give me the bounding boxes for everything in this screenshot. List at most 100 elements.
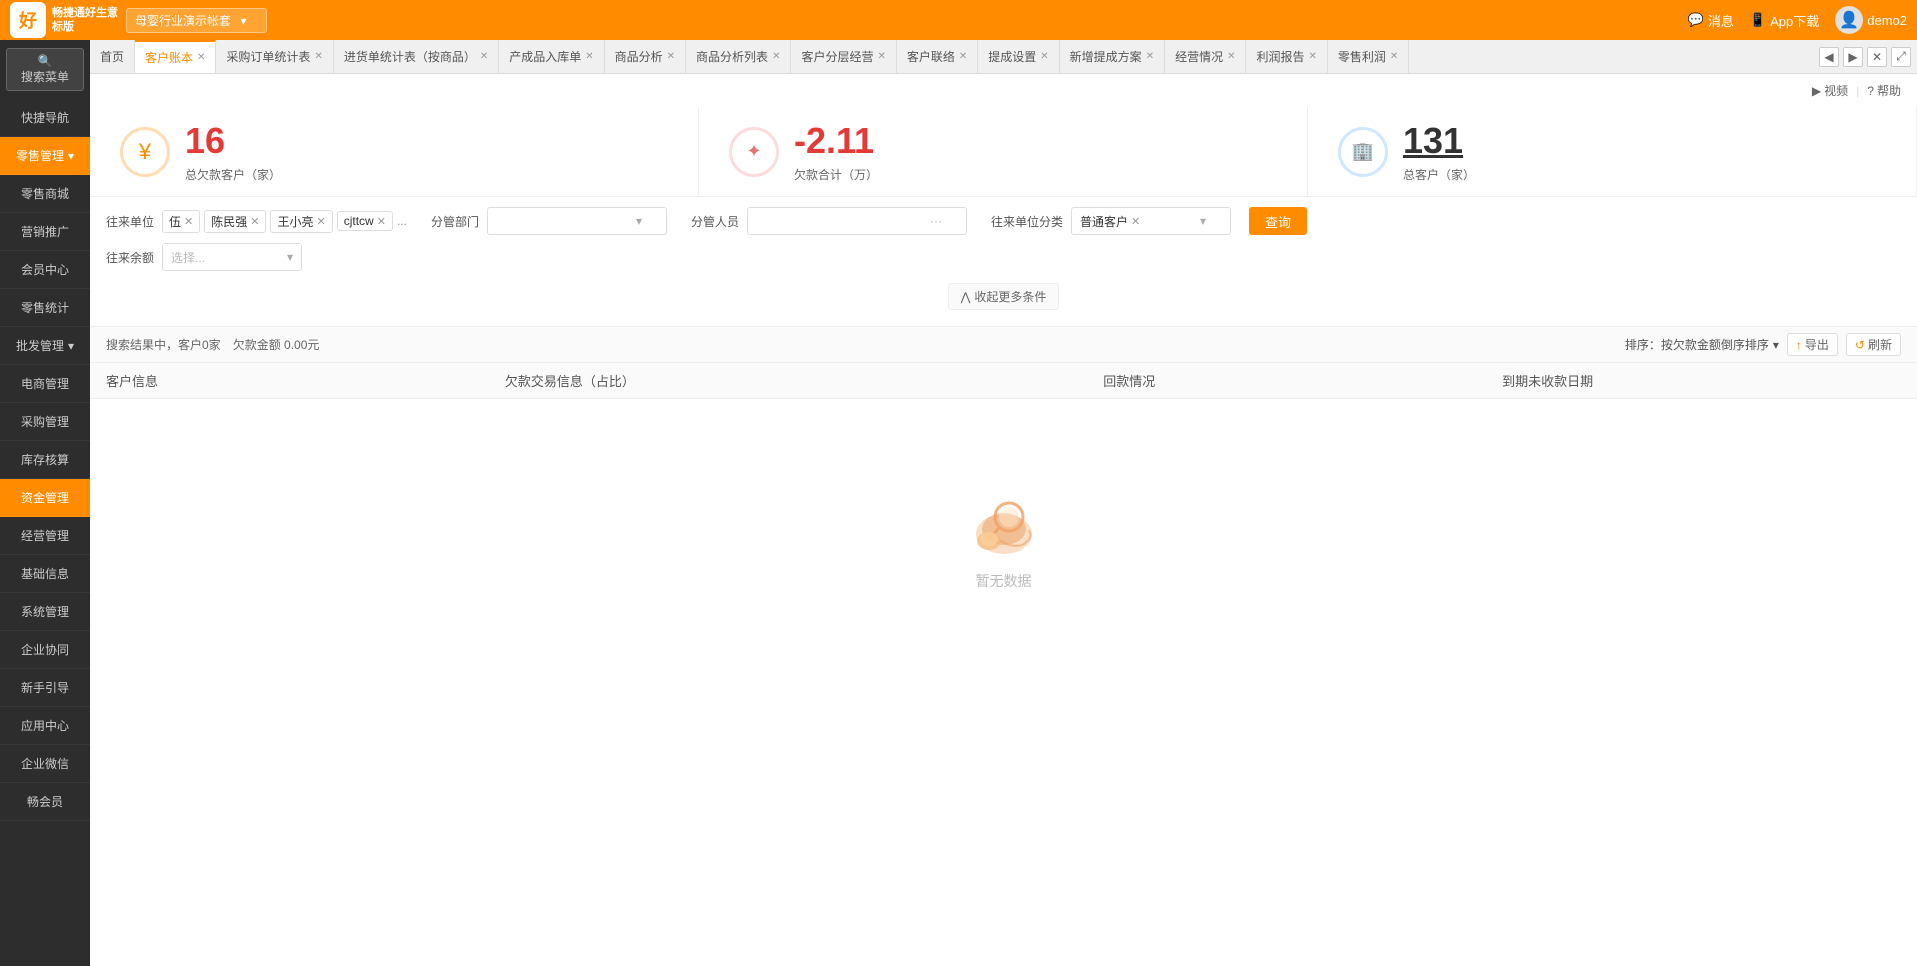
filter-label-balance: 往来余额 [106,249,154,266]
logo-text: 畅捷通好生意 标版 [52,6,118,35]
sidebar-item-inventory[interactable]: 库存核算 [0,441,90,479]
app-download-btn[interactable]: 📱 App下载 [1750,11,1819,30]
close-tab-product-list[interactable]: ✕ [772,51,780,62]
sidebar-item-enterprise-wechat[interactable]: 企业微信 [0,745,90,783]
tab-next-btn[interactable]: ▶ [1843,47,1863,67]
tag-chenminqiang: 陈民强 ✕ [204,210,266,233]
sidebar-item-retail-stats[interactable]: 零售统计 [0,289,90,327]
tab-new-commission[interactable]: 新增提成方案 ✕ [1060,40,1165,74]
sidebar-item-retail-mall[interactable]: 零售商城 [0,175,90,213]
sidebar-item-retail-mgmt[interactable]: 零售管理 ▾ [0,137,90,175]
chevron-down-icon-3: ▾ [287,250,293,264]
tab-home[interactable]: 首页 [90,40,135,74]
export-btn[interactable]: ↑ 导出 [1787,333,1838,356]
sidebar-item-chang-member[interactable]: 畅会员 [0,783,90,821]
remove-tag-chen[interactable]: ✕ [250,215,259,228]
sidebar-item-system[interactable]: 系统管理 [0,593,90,631]
tab-product-analysis[interactable]: 商品分析 ✕ [605,40,686,74]
result-amount: 欠款金额 0.00元 [233,336,320,353]
filter-more-btn[interactable]: ... [397,214,407,228]
tab-product-analysis-list[interactable]: 商品分析列表 ✕ [686,40,791,74]
search-icon: 🔍 [38,54,53,68]
messages-btn[interactable]: 💬 消息 [1688,11,1734,30]
sidebar-item-marketing[interactable]: 营销推广 [0,213,90,251]
tab-retail-profit[interactable]: 零售利润 ✕ [1328,40,1409,74]
close-tab-business[interactable]: ✕ [1227,51,1235,62]
close-tab-product-analysis[interactable]: ✕ [667,51,675,62]
close-tab-inbound[interactable]: ✕ [585,51,593,62]
sidebar-item-enterprise-collab[interactable]: 企业协同 [0,631,90,669]
export-icon: ↑ [1796,338,1802,352]
query-button[interactable]: 查询 [1249,207,1307,235]
close-tab-profit[interactable]: ✕ [1309,51,1317,62]
avatar: 👤 [1835,6,1863,34]
remove-tag-wang[interactable]: ✕ [317,215,326,228]
tab-customer-layer[interactable]: 客户分层经营 ✕ [791,40,896,74]
tab-commission-settings[interactable]: 提成设置 ✕ [978,40,1059,74]
help-link[interactable]: ? 帮助 [1867,82,1901,99]
tab-product-inbound[interactable]: 产成品入库单 ✕ [499,40,604,74]
video-link[interactable]: ▶ 视频 [1812,82,1848,99]
table-col-due-date: 到期未收款日期 [1502,371,1901,390]
tab-profit-report[interactable]: 利润报告 ✕ [1246,40,1327,74]
workspace-selector[interactable]: 母婴行业演示帐套 ▾ [126,8,267,33]
close-tab-purchase-product[interactable]: ✕ [480,51,488,62]
remove-tag-cjttcw[interactable]: ✕ [377,215,386,228]
chevron-up-icon: ⋀ [961,290,971,304]
sort-label: 排序：按欠款金额倒序排序 [1625,336,1769,353]
stat-label-customers: 总欠款客户（家） [185,166,281,183]
chevron-down-sort-icon: ▾ [1773,338,1779,352]
stat-label-amount: 欠款合计（万） [794,166,878,183]
chevron-down-icon-2: ▾ [1200,214,1206,228]
close-tab-purchase-order[interactable]: ✕ [314,51,322,62]
remove-tag-wu[interactable]: ✕ [184,215,193,228]
search-menu-btn[interactable]: 🔍 搜索菜单 [6,48,84,91]
close-tab-commission[interactable]: ✕ [1040,51,1048,62]
close-tab-retail-profit[interactable]: ✕ [1390,51,1398,62]
collapse-btn[interactable]: ⋀ 收起更多条件 [948,283,1060,310]
sidebar-item-purchase[interactable]: 采购管理 [0,403,90,441]
close-tab-customer-layer[interactable]: ✕ [877,51,885,62]
stat-card-amount: ✦ -2.11 欠款合计（万） [699,107,1308,196]
tab-prev-btn[interactable]: ◀ [1819,47,1839,67]
close-tab-customer-account[interactable]: ✕ [197,52,205,63]
sidebar-item-finance[interactable]: 资金管理 [0,479,90,517]
filter-dept-select[interactable]: ▾ [487,207,667,235]
refresh-btn[interactable]: ↺ 刷新 [1846,333,1901,356]
close-tab-new-commission[interactable]: ✕ [1146,51,1154,62]
stat-value-customers: 16 [185,120,281,162]
close-tab-contact[interactable]: ✕ [959,51,967,62]
filter-category-select[interactable]: 普通客户 ✕ ▾ [1071,207,1231,235]
empty-text: 暂无数据 [976,571,1032,591]
table-col-customer-info: 客户信息 [106,371,505,390]
chevron-down-icon: ▾ [636,214,642,228]
sidebar-item-quick-nav[interactable]: 快捷导航 [0,99,90,137]
tab-purchase-by-product[interactable]: 进货单统计表（按商品） ✕ [334,40,499,74]
table-header: 客户信息 欠款交易信息（占比） 回款情况 到期未收款日期 [90,363,1917,399]
logo: 好 畅捷通好生意 标版 [10,2,118,38]
sidebar-item-wholesale-mgmt[interactable]: 批发管理 ▾ [0,327,90,365]
tab-customer-account[interactable]: 客户账本 ✕ [135,40,216,74]
tab-actions: ◀ ▶ ✕ ⤢ [1813,47,1917,67]
sidebar-item-basic-info[interactable]: 基础信息 [0,555,90,593]
filter-person-select[interactable]: ··· [747,207,967,235]
sort-selector[interactable]: 排序：按欠款金额倒序排序 ▾ [1625,336,1779,353]
topbar-right: 💬 消息 📱 App下载 👤 demo2 [1688,6,1907,34]
empty-illustration [954,479,1054,559]
tab-expand-btn[interactable]: ⤢ [1891,47,1911,67]
sidebar-item-app-center[interactable]: 应用中心 [0,707,90,745]
tab-business-status[interactable]: 经营情况 ✕ [1165,40,1246,74]
tab-purchase-order-stats[interactable]: 采购订单统计表 ✕ [216,40,333,74]
sidebar-item-ecommerce[interactable]: 电商管理 [0,365,90,403]
filter-label-category: 往来单位分类 [991,213,1063,230]
sidebar-item-operations[interactable]: 经营管理 [0,517,90,555]
sidebar-item-member-center[interactable]: 会员中心 [0,251,90,289]
sidebar-search-area: 🔍 搜索菜单 [0,40,90,99]
filter-balance-input[interactable]: 选择... ▾ [162,243,302,271]
user-menu[interactable]: 👤 demo2 [1835,6,1907,34]
tag-wu: 伍 ✕ [162,210,200,233]
tab-close-all-btn[interactable]: ✕ [1867,47,1887,67]
tab-customer-contact[interactable]: 客户联络 ✕ [897,40,978,74]
remove-category-tag[interactable]: ✕ [1131,215,1140,228]
sidebar-item-new-guide[interactable]: 新手引导 [0,669,90,707]
